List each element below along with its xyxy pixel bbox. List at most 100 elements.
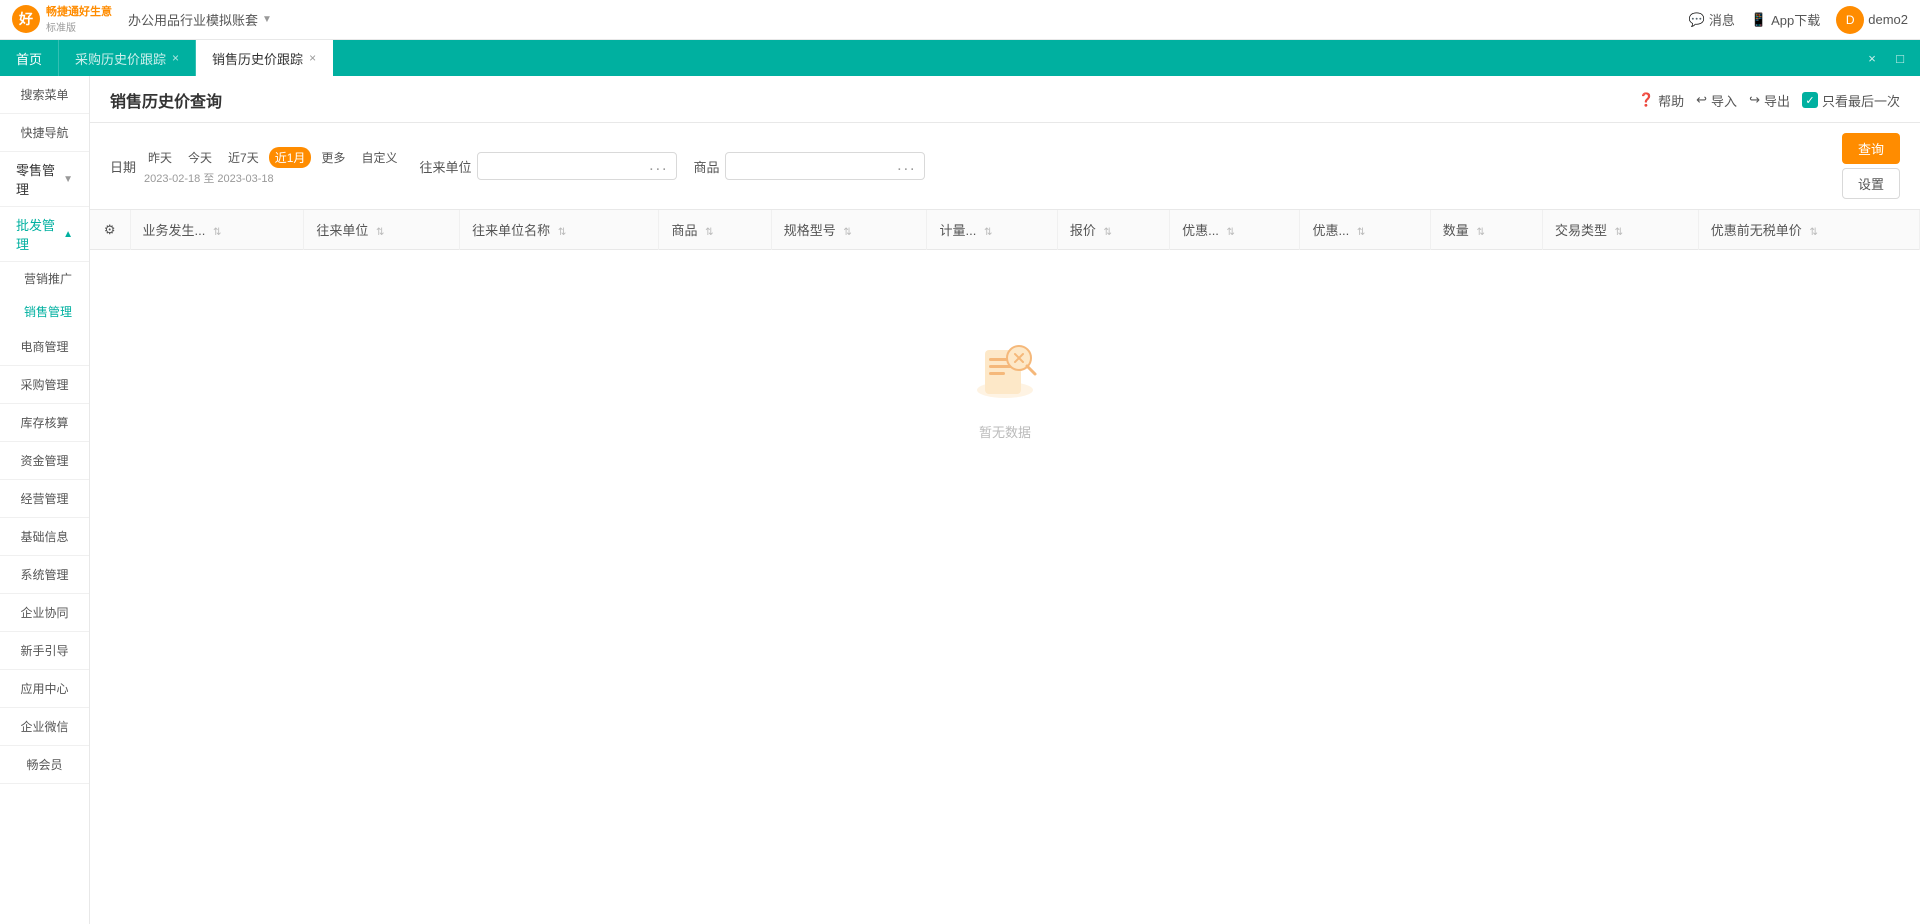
sort-icon-discount1: ⇅ (1227, 227, 1235, 238)
table-col-quote[interactable]: 报价 ⇅ (1057, 210, 1169, 250)
sidebar-item-inventory[interactable]: 库存核算 (0, 404, 89, 442)
sidebar-appcenter-label: 应用中心 (20, 680, 68, 697)
table-col-no-tax-price[interactable]: 优惠前无税单价 ⇅ (1698, 210, 1919, 250)
tab-close-all-button[interactable]: × (1860, 46, 1884, 70)
empty-state: 暂无数据 (90, 250, 1920, 521)
col-counterpart-code-label: 往来单位 (316, 223, 368, 238)
table-col-gear[interactable]: ⚙ (90, 210, 130, 250)
data-table: ⚙ 业务发生... ⇅ 往来单位 ⇅ 往来单位名称 ⇅ (90, 210, 1920, 250)
sidebar-item-system[interactable]: 系统管理 (0, 556, 89, 594)
app-download-label: App下载 (1771, 10, 1820, 29)
export-button[interactable]: ↪ 导出 (1749, 91, 1790, 110)
sort-icon-goods: ⇅ (705, 227, 713, 238)
table-col-unit[interactable]: 计量... ⇅ (927, 210, 1057, 250)
sidebar-item-sales-manage[interactable]: 销售管理 (0, 295, 89, 328)
col-no-tax-price-label: 优惠前无税单价 (1711, 223, 1802, 238)
date-tab-custom[interactable]: 自定义 (355, 147, 403, 168)
col-qty-label: 数量 (1443, 223, 1469, 238)
sidebar-item-search-menu[interactable]: 搜索菜单 (0, 76, 89, 114)
sidebar-inventory-label: 库存核算 (20, 414, 68, 431)
table-col-biz-date[interactable]: 业务发生... ⇅ (130, 210, 304, 250)
username-label: demo2 (1868, 12, 1908, 27)
help-button[interactable]: ❓ 帮助 (1638, 91, 1684, 110)
sort-icon-discount2: ⇅ (1357, 227, 1365, 238)
message-button[interactable]: 💬 消息 (1689, 10, 1735, 29)
sidebar-item-quick-nav[interactable]: 快捷导航 (0, 114, 89, 152)
sidebar-item-newbie[interactable]: 新手引导 (0, 632, 89, 670)
date-tab-last1m[interactable]: 近1月 (269, 147, 312, 168)
date-tab-more[interactable]: 更多 (315, 147, 351, 168)
sidebar-operation-label: 经营管理 (20, 490, 68, 507)
table-col-goods[interactable]: 商品 ⇅ (659, 210, 771, 250)
table-col-trade-type[interactable]: 交易类型 ⇅ (1543, 210, 1699, 250)
date-range-group: 昨天 今天 近7天 近1月 更多 自定义 2023-02-18 至 2023-0… (142, 147, 403, 186)
tab-purchase-history[interactable]: 采购历史价跟踪 × (59, 40, 196, 76)
sidebar-item-marketing[interactable]: 营销推广 (0, 262, 89, 295)
sidebar-basic-label: 基础信息 (20, 528, 68, 545)
goods-input[interactable]: ... (725, 152, 925, 180)
counterpart-input[interactable]: ... (477, 152, 677, 180)
col-unit-label: 计量... (939, 223, 976, 238)
col-discount2-label: 优惠... (1312, 223, 1349, 238)
app-selector[interactable]: 办公用品行业模拟账套 ▼ (120, 6, 280, 33)
logo-area: 好 畅捷通好生意 标准版 (12, 5, 112, 34)
main-layout: 搜索菜单 快捷导航 零售管理 ▼ 批发管理 ▲ 营销推广 销售管理 电商管理 采… (0, 76, 1920, 924)
sidebar-item-app-center[interactable]: 应用中心 (0, 670, 89, 708)
goods-filter-group: 商品 ... (693, 152, 925, 180)
sidebar-item-operation[interactable]: 经营管理 (0, 480, 89, 518)
message-icon: 💬 (1689, 12, 1705, 28)
table-col-discount1[interactable]: 优惠... ⇅ (1170, 210, 1300, 250)
tab-maximize-button[interactable]: □ (1888, 46, 1912, 70)
sidebar-item-wechat[interactable]: 企业微信 (0, 708, 89, 746)
sidebar-item-retail-manage[interactable]: 零售管理 ▼ (0, 152, 89, 207)
date-tabs: 昨天 今天 近7天 近1月 更多 自定义 (142, 147, 403, 168)
sidebar-ecommerce-label: 电商管理 (20, 338, 68, 355)
tab-home[interactable]: 首页 (0, 40, 59, 76)
tab-sales-close-icon[interactable]: × (309, 52, 316, 64)
sidebar-item-vip[interactable]: 畅会员 (0, 746, 89, 784)
help-icon: ❓ (1638, 92, 1654, 108)
sidebar-item-enterprise[interactable]: 企业协同 (0, 594, 89, 632)
sidebar-newbie-label: 新手引导 (20, 642, 68, 659)
sidebar-finance-label: 资金管理 (20, 452, 68, 469)
only-last-toggle[interactable]: ✓ 只看最后一次 (1802, 91, 1900, 110)
date-tab-last7[interactable]: 近7天 (222, 147, 265, 168)
page-title-row: 销售历史价查询 ❓ 帮助 ↩ 导入 ↪ 导出 ✓ (110, 88, 1900, 112)
sidebar-item-purchase[interactable]: 采购管理 (0, 366, 89, 404)
sidebar-item-wholesale-manage[interactable]: 批发管理 ▲ (0, 207, 89, 262)
goods-label: 商品 (693, 157, 719, 176)
table-container: ⚙ 业务发生... ⇅ 往来单位 ⇅ 往来单位名称 ⇅ (90, 210, 1920, 924)
page-actions: ❓ 帮助 ↩ 导入 ↪ 导出 ✓ 只看最后一次 (1638, 91, 1900, 110)
sidebar-retail-label: 零售管理 (16, 160, 63, 198)
date-tab-yesterday[interactable]: 昨天 (142, 147, 178, 168)
col-goods-label: 商品 (671, 223, 697, 238)
col-quote-label: 报价 (1070, 223, 1096, 238)
user-area[interactable]: D demo2 (1836, 6, 1908, 34)
table-col-counterpart-name[interactable]: 往来单位名称 ⇅ (460, 210, 659, 250)
page-title: 销售历史价查询 (110, 88, 222, 112)
table-col-qty[interactable]: 数量 ⇅ (1430, 210, 1542, 250)
query-button[interactable]: 查询 (1842, 133, 1900, 164)
date-range-text: 2023-02-18 至 2023-03-18 (142, 170, 403, 186)
sidebar-item-basic-info[interactable]: 基础信息 (0, 518, 89, 556)
app-download-button[interactable]: 📱 App下载 (1751, 10, 1820, 29)
table-col-discount2[interactable]: 优惠... ⇅ (1300, 210, 1430, 250)
table-col-spec[interactable]: 规格型号 ⇅ (771, 210, 927, 250)
sidebar-item-finance[interactable]: 资金管理 (0, 442, 89, 480)
sidebar-wholesale-label: 批发管理 (16, 215, 63, 253)
table-col-counterpart-code[interactable]: 往来单位 ⇅ (304, 210, 460, 250)
import-button[interactable]: ↩ 导入 (1696, 91, 1737, 110)
col-trade-type-label: 交易类型 (1555, 223, 1607, 238)
tab-purchase-label: 采购历史价跟踪 (75, 49, 166, 68)
settings-button[interactable]: 设置 (1842, 168, 1900, 199)
header-right: 💬 消息 📱 App下载 D demo2 (1689, 6, 1908, 34)
date-tab-today[interactable]: 今天 (182, 147, 218, 168)
tab-purchase-close-icon[interactable]: × (172, 52, 179, 64)
header-left: 好 畅捷通好生意 标准版 办公用品行业模拟账套 ▼ (12, 5, 280, 34)
sidebar: 搜索菜单 快捷导航 零售管理 ▼ 批发管理 ▲ 营销推广 销售管理 电商管理 采… (0, 76, 90, 924)
sidebar-item-ecommerce[interactable]: 电商管理 (0, 328, 89, 366)
tab-bar: 首页 采购历史价跟踪 × 销售历史价跟踪 × × □ (0, 40, 1920, 76)
tab-sales-history[interactable]: 销售历史价跟踪 × (196, 40, 333, 76)
col-spec-label: 规格型号 (784, 223, 836, 238)
sort-icon-qty: ⇅ (1476, 227, 1484, 238)
